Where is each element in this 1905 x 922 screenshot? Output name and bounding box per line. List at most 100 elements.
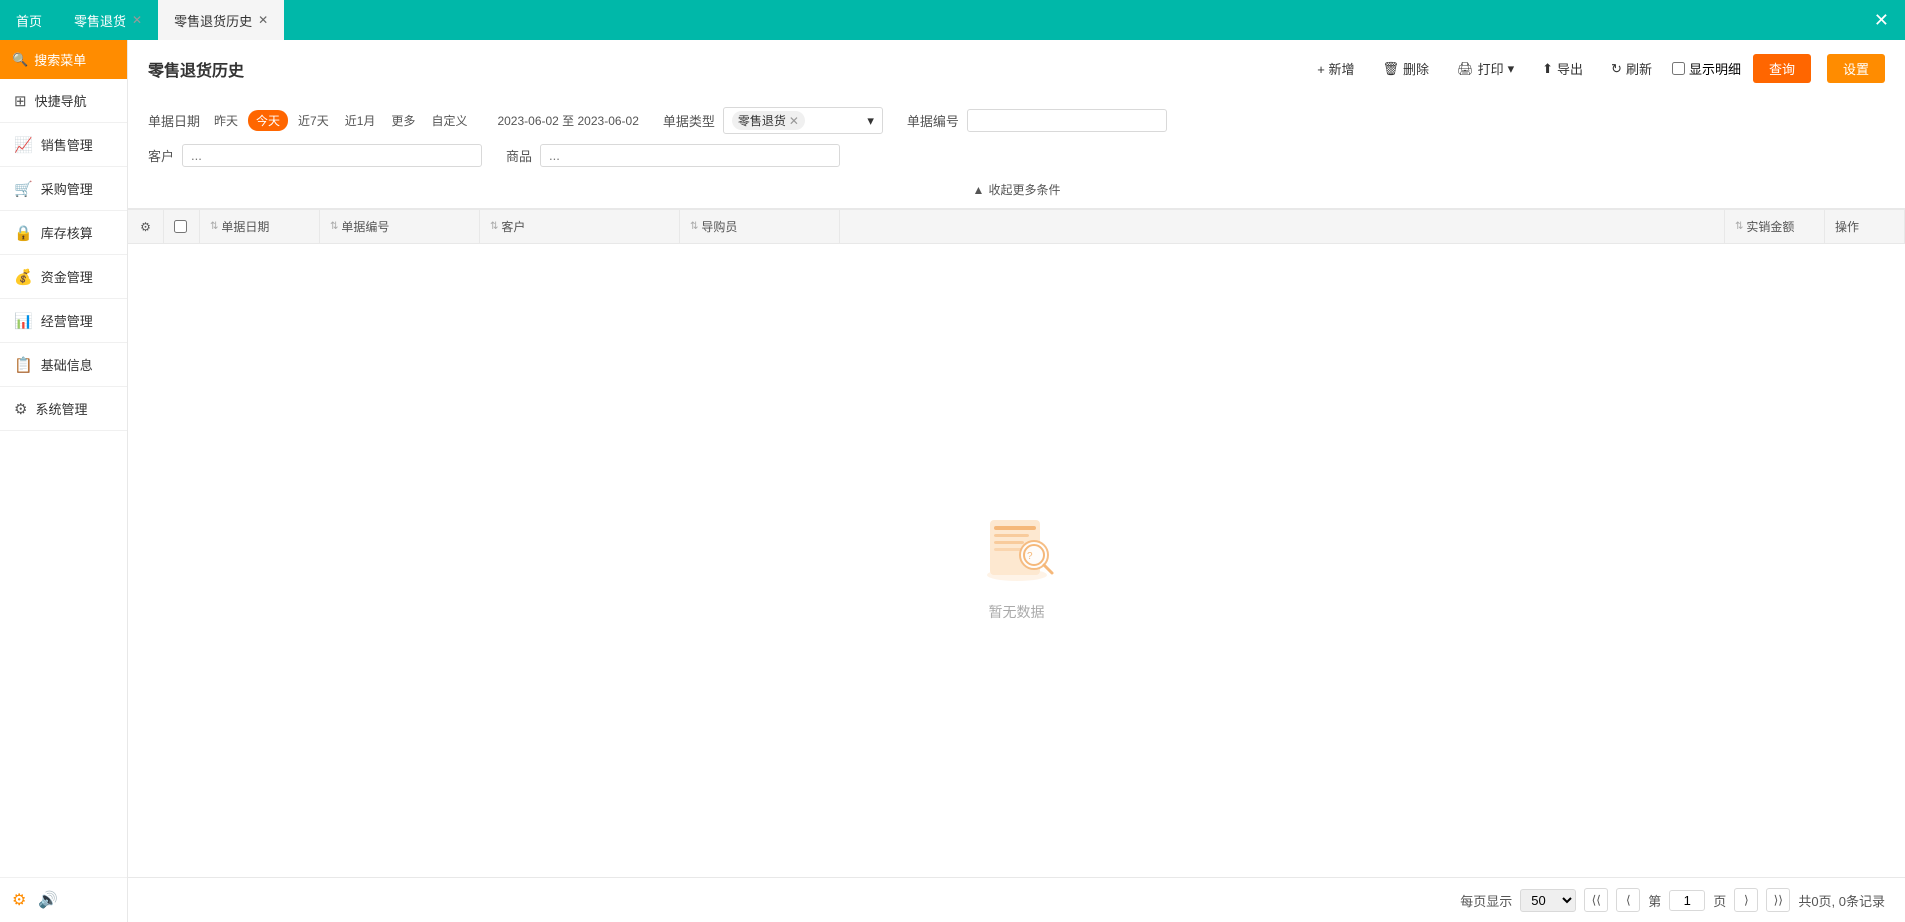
date-range-value: 2023-06-02 至 2023-06-02 [497,112,638,129]
th-gear[interactable]: ⚙ [128,210,164,243]
date-option-yesterday[interactable]: 昨天 [208,110,244,131]
query-button[interactable]: 查询 [1753,54,1811,83]
inventory-icon: 🔒 [14,224,33,242]
empty-illustration: ? [972,500,1062,590]
doc-type-label: 单据类型 [663,111,715,130]
doc-no-input[interactable] [967,109,1167,132]
tab-home[interactable]: 首页 [0,0,58,40]
empty-state: ? 暂无数据 [972,500,1062,622]
doc-type-filter-group: 单据类型 零售退货 ✕ ▾ [663,107,883,134]
sidebar: 🔍 搜索菜单 ⊞ 快捷导航 📈 销售管理 🛒 采购管理 🔒 库存核算 💰 资金管… [0,40,128,922]
doc-no-filter-group: 单据编号 [907,109,1167,132]
doc-type-select[interactable]: 零售退货 ✕ ▾ [723,107,883,134]
tab-retail-return[interactable]: 零售退货 ✕ [58,0,158,40]
basic-info-icon: 📋 [14,356,33,374]
page-number-input[interactable] [1669,890,1705,911]
refresh-button[interactable]: ↻ 刷新 [1603,55,1660,82]
th-checkbox [164,210,200,243]
sys-mgmt-icon: ⚙ [14,400,27,418]
empty-text: 暂无数据 [989,602,1045,622]
prev-page-button[interactable]: ⟨ [1616,888,1640,912]
date-option-custom[interactable]: 自定义 [425,110,473,131]
setting-button[interactable]: 设置 [1827,54,1885,83]
th-doc-no[interactable]: ⇅ 单据编号 [320,210,480,243]
doc-no-label: 单据编号 [907,111,959,130]
show-detail-checkbox-label[interactable]: 显示明细 [1672,59,1741,78]
refresh-icon: ↻ [1611,61,1622,77]
sidebar-item-operations[interactable]: 📊 经营管理 [0,299,127,343]
goods-input[interactable] [540,144,840,167]
date-filter-label: 单据日期 [148,111,200,130]
gear-icon: ⚙ [140,220,151,234]
purchase-mgmt-icon: 🛒 [14,180,33,198]
window-close-button[interactable]: ✕ [1858,10,1905,31]
sort-icon-amount: ⇅ [1735,221,1743,232]
date-option-1month[interactable]: 近1月 [339,110,382,131]
sidebar-item-sys-mgmt[interactable]: ⚙ 系统管理 [0,387,127,431]
delete-button[interactable]: 🗑 删除 [1375,55,1438,82]
date-filter-group: 单据日期 昨天 今天 近7天 近1月 更多 自定义 [148,110,473,131]
sort-icon-doc-date: ⇅ [210,221,218,232]
customer-label: 客户 [148,146,174,165]
page-title-row: 零售退货历史 + 新增 🗑 删除 🖨 打印 ▾ ⬆ [148,54,1885,83]
sidebar-item-sales-mgmt[interactable]: 📈 销售管理 [0,123,127,167]
page-header: 零售退货历史 + 新增 🗑 删除 🖨 打印 ▾ ⬆ [128,40,1905,209]
sidebar-item-quick-nav[interactable]: ⊞ 快捷导航 [0,79,127,123]
date-option-more[interactable]: 更多 [385,110,421,131]
settings-bottom-icon[interactable]: ⚙ [12,890,26,910]
sales-mgmt-icon: 📈 [14,136,33,154]
print-button[interactable]: 🖨 打印 ▾ [1449,55,1522,82]
sidebar-item-purchase-mgmt[interactable]: 🛒 采购管理 [0,167,127,211]
th-doc-date[interactable]: ⇅ 单据日期 [200,210,320,243]
tab-list: 首页 零售退货 ✕ 零售退货历史 ✕ [0,0,1858,40]
table-header: ⚙ ⇅ 单据日期 ⇅ 单据编号 ⇅ 客户 ⇅ [128,209,1905,244]
quick-nav-icon: ⊞ [14,92,27,110]
show-detail-checkbox[interactable] [1672,62,1685,75]
page-size-select[interactable]: 10 20 50 100 [1520,889,1576,912]
new-button[interactable]: + 新增 [1309,55,1362,82]
filter-area: 单据日期 昨天 今天 近7天 近1月 更多 自定义 2023-06-02 至 2… [148,95,1885,208]
sort-icon-customer: ⇅ [490,221,498,232]
content-area: 零售退货历史 + 新增 🗑 删除 🖨 打印 ▾ ⬆ [128,40,1905,922]
search-icon: 🔍 [12,52,28,68]
table-container: ⚙ ⇅ 单据日期 ⇅ 单据编号 ⇅ 客户 ⇅ [128,209,1905,877]
sidebar-item-inventory[interactable]: 🔒 库存核算 [0,211,127,255]
date-range-options: 昨天 今天 近7天 近1月 更多 自定义 [208,110,473,131]
operations-icon: 📊 [14,312,33,330]
doc-type-tag-close[interactable]: ✕ [789,114,799,128]
th-action: 操作 [1825,210,1905,243]
sidebar-item-finance[interactable]: 💰 资金管理 [0,255,127,299]
th-customer[interactable]: ⇅ 客户 [480,210,680,243]
svg-text:?: ? [1027,551,1033,562]
filter-row-2: 客户 商品 [148,144,1885,167]
sidebar-bottom: ⚙ 🔊 [0,877,127,922]
pagination: 每页显示 10 20 50 100 ⟨⟨ ⟨ 第 页 ⟩ ⟩⟩ 共0页, 0条记… [128,877,1905,922]
collapse-bar[interactable]: ▲ 收起更多条件 [148,177,1885,208]
goods-label: 商品 [506,146,532,165]
delete-icon: 🗑 [1383,61,1400,77]
last-page-button[interactable]: ⟩⟩ [1766,888,1790,912]
th-amount[interactable]: ⇅ 实销金额 [1725,210,1825,243]
export-button[interactable]: ⬆ 导出 [1534,55,1591,82]
date-range-value-group: 2023-06-02 至 2023-06-02 [497,112,638,129]
next-page-button[interactable]: ⟩ [1734,888,1758,912]
collapse-icon: ▲ [973,183,985,197]
tab-retail-return-history[interactable]: 零售退货历史 ✕ [158,0,284,40]
page-actions: + 新增 🗑 删除 🖨 打印 ▾ ⬆ 导出 [1309,54,1885,83]
sidebar-item-basic-info[interactable]: 📋 基础信息 [0,343,127,387]
first-page-button[interactable]: ⟨⟨ [1584,888,1608,912]
select-all-checkbox[interactable] [174,220,187,233]
print-icon: 🖨 [1457,61,1474,77]
date-option-7days[interactable]: 近7天 [292,110,335,131]
tab-retail-return-history-close[interactable]: ✕ [258,13,268,27]
customer-input[interactable] [182,144,482,167]
goods-filter-group: 商品 [506,144,840,167]
th-guide[interactable]: ⇅ 导购员 [680,210,840,243]
date-option-today[interactable]: 今天 [248,110,288,131]
table-body: ? 暂无数据 [128,244,1905,877]
volume-icon[interactable]: 🔊 [38,890,58,910]
page-title: 零售退货历史 [148,57,244,81]
tab-retail-return-close[interactable]: ✕ [132,13,142,27]
sidebar-search[interactable]: 🔍 搜索菜单 [0,40,127,79]
main-layout: 🔍 搜索菜单 ⊞ 快捷导航 📈 销售管理 🛒 采购管理 🔒 库存核算 💰 资金管… [0,40,1905,922]
